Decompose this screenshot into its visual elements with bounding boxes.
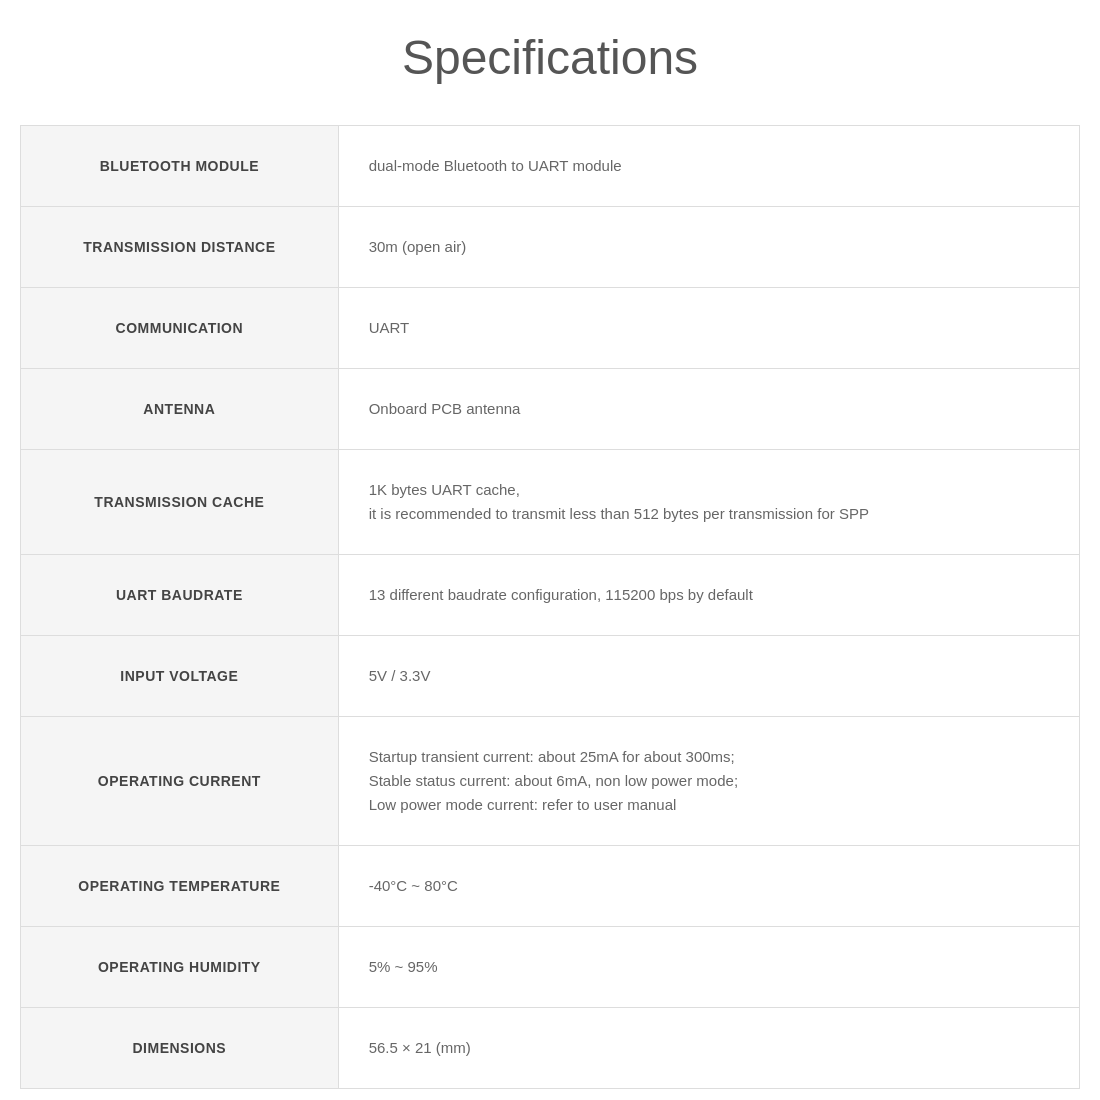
spec-value: Onboard PCB antenna bbox=[338, 369, 1079, 450]
table-row: TRANSMISSION CACHE1K bytes UART cache,it… bbox=[21, 450, 1080, 555]
spec-label: DIMENSIONS bbox=[21, 1008, 339, 1089]
table-row: TRANSMISSION DISTANCE30m (open air) bbox=[21, 207, 1080, 288]
table-row: COMMUNICATIONUART bbox=[21, 288, 1080, 369]
spec-label: BLUETOOTH MODULE bbox=[21, 126, 339, 207]
table-row: OPERATING TEMPERATURE-40°C ~ 80°C bbox=[21, 846, 1080, 927]
page-container: Specifications BLUETOOTH MODULEdual-mode… bbox=[0, 0, 1100, 1100]
spec-value: 1K bytes UART cache,it is recommended to… bbox=[338, 450, 1079, 555]
page-title: Specifications bbox=[20, 0, 1080, 125]
table-row: UART BAUDRATE13 different baudrate confi… bbox=[21, 555, 1080, 636]
spec-value: 30m (open air) bbox=[338, 207, 1079, 288]
spec-label: ANTENNA bbox=[21, 369, 339, 450]
spec-value: dual-mode Bluetooth to UART module bbox=[338, 126, 1079, 207]
spec-label: COMMUNICATION bbox=[21, 288, 339, 369]
table-row: BLUETOOTH MODULEdual-mode Bluetooth to U… bbox=[21, 126, 1080, 207]
spec-label: OPERATING HUMIDITY bbox=[21, 927, 339, 1008]
spec-label: OPERATING CURRENT bbox=[21, 717, 339, 846]
specs-table: BLUETOOTH MODULEdual-mode Bluetooth to U… bbox=[20, 125, 1080, 1089]
spec-label: TRANSMISSION CACHE bbox=[21, 450, 339, 555]
spec-label: INPUT VOLTAGE bbox=[21, 636, 339, 717]
table-row: INPUT VOLTAGE5V / 3.3V bbox=[21, 636, 1080, 717]
spec-label: OPERATING TEMPERATURE bbox=[21, 846, 339, 927]
spec-value: 56.5 × 21 (mm) bbox=[338, 1008, 1079, 1089]
spec-value: 13 different baudrate configuration, 115… bbox=[338, 555, 1079, 636]
table-row: ANTENNAOnboard PCB antenna bbox=[21, 369, 1080, 450]
spec-value: -40°C ~ 80°C bbox=[338, 846, 1079, 927]
spec-value: UART bbox=[338, 288, 1079, 369]
spec-value: Startup transient current: about 25mA fo… bbox=[338, 717, 1079, 846]
table-row: OPERATING HUMIDITY5% ~ 95% bbox=[21, 927, 1080, 1008]
table-row: DIMENSIONS56.5 × 21 (mm) bbox=[21, 1008, 1080, 1089]
spec-label: TRANSMISSION DISTANCE bbox=[21, 207, 339, 288]
table-row: OPERATING CURRENTStartup transient curre… bbox=[21, 717, 1080, 846]
spec-label: UART BAUDRATE bbox=[21, 555, 339, 636]
spec-value: 5V / 3.3V bbox=[338, 636, 1079, 717]
spec-value: 5% ~ 95% bbox=[338, 927, 1079, 1008]
